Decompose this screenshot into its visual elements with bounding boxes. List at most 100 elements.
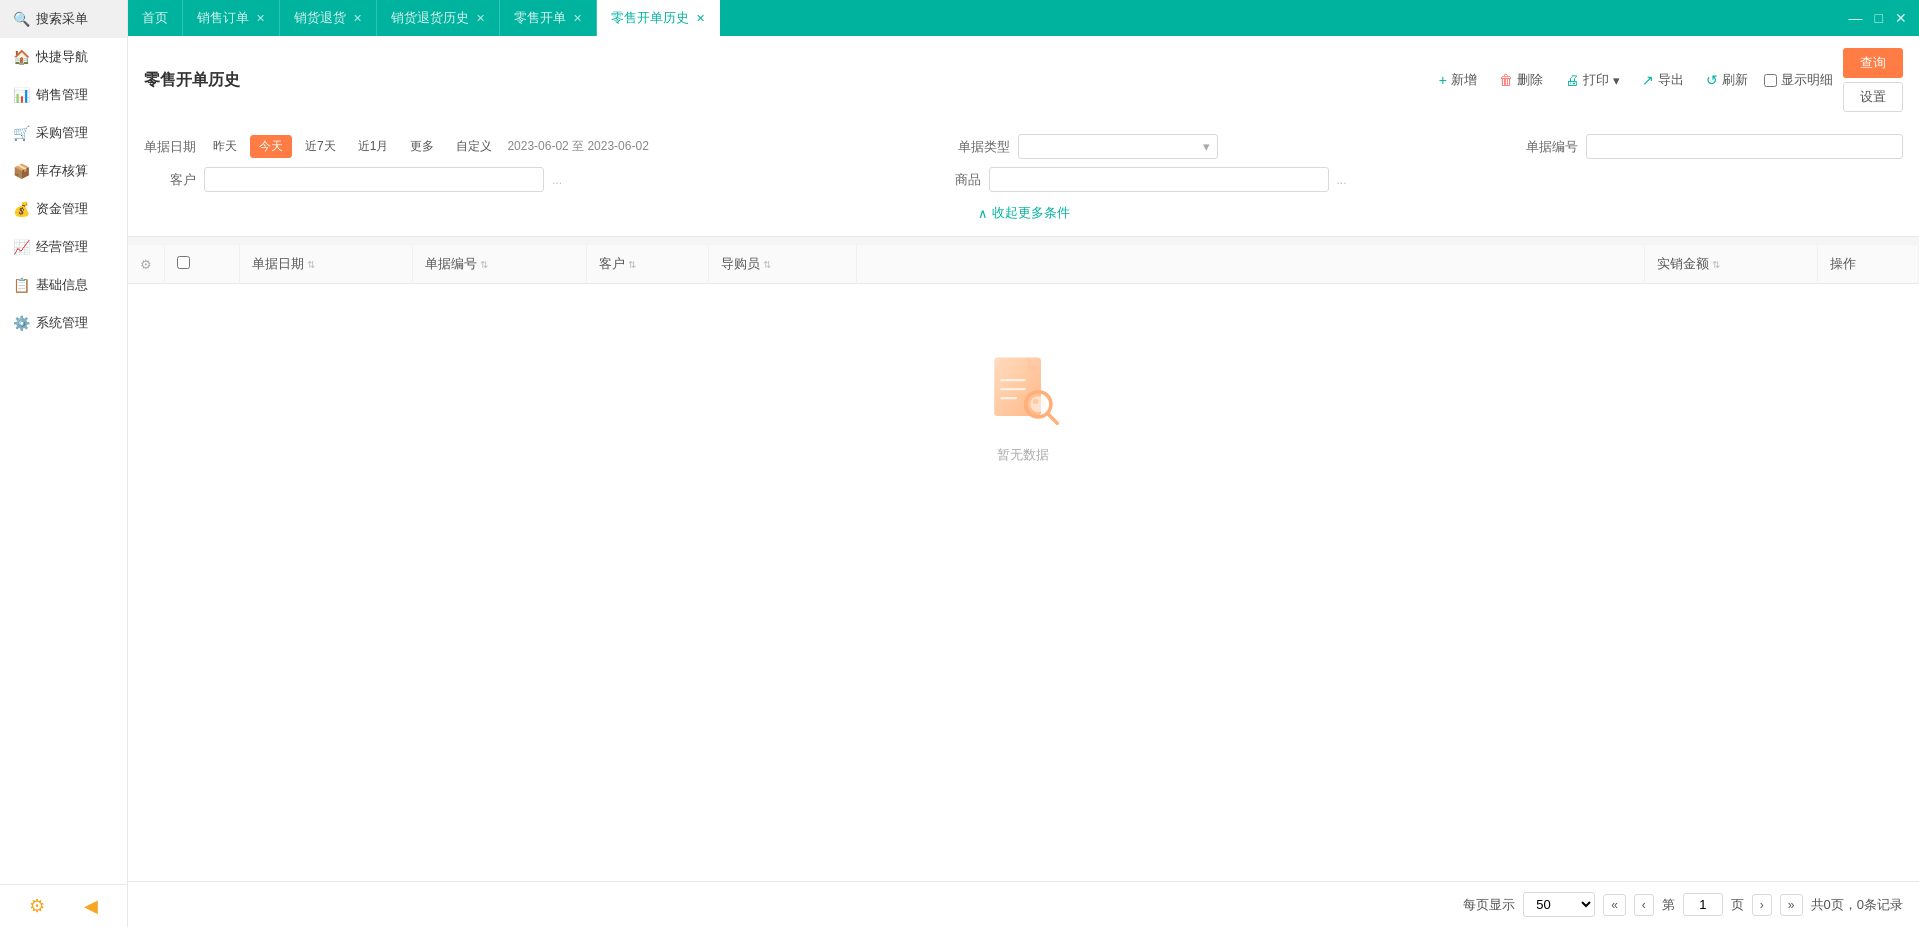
sidebar-item-purchase-mgmt[interactable]: 🛒 采购管理 — [0, 114, 127, 152]
tab-home[interactable]: 首页 — [128, 0, 183, 36]
collapse-filter-button[interactable]: ∧ 收起更多条件 — [966, 200, 1082, 226]
doc-number-input[interactable] — [1586, 134, 1903, 159]
tab-close-retail-open[interactable]: ✕ — [573, 12, 582, 25]
tab-close-sales-return[interactable]: ✕ — [353, 12, 362, 25]
sysmgmt-icon: ⚙️ — [12, 314, 30, 332]
sidebar-item-label: 基础信息 — [36, 276, 88, 294]
sort-number-icon: ⇅ — [480, 259, 488, 270]
doc-type-select[interactable] — [1018, 134, 1218, 159]
settings-bottom-icon[interactable]: ⚙ — [29, 895, 45, 917]
date-btn-today[interactable]: 今天 — [250, 135, 292, 158]
date-range-text: 2023-06-02 至 2023-06-02 — [507, 138, 648, 155]
page-size-label: 每页显示 — [1463, 896, 1515, 914]
tab-retail-history[interactable]: 零售开单历史 ✕ — [597, 0, 720, 36]
first-page-button[interactable]: « — [1603, 894, 1626, 916]
query-button[interactable]: 查询 — [1843, 48, 1903, 78]
collapse-sidebar-icon[interactable]: ◀ — [84, 895, 98, 917]
table-area: ⚙ 单据日期 ⇅ — [128, 245, 1919, 881]
page-number-input[interactable] — [1683, 893, 1723, 916]
main-area: 首页 销售订单 ✕ 销货退货 ✕ 销货退货历史 ✕ 零售开单 ✕ 零售开单历史 … — [128, 0, 1919, 927]
collapse-icon: ∧ — [978, 206, 988, 221]
th-number[interactable]: 单据编号 ⇅ — [413, 245, 586, 284]
filter-row-2: 客户 ... 商品 ... — [144, 167, 1903, 192]
print-button[interactable]: 🖨 打印 ▾ — [1559, 67, 1626, 93]
doc-type-select-wrap — [1018, 134, 1218, 159]
sidebar-bottom: ⚙ ◀ — [0, 884, 127, 927]
th-number-sort[interactable]: 单据编号 ⇅ — [425, 255, 573, 273]
tab-sales-return[interactable]: 销货退货 ✕ — [280, 0, 377, 36]
tab-close-retail-history[interactable]: ✕ — [696, 12, 705, 25]
sidebar-item-sys-mgmt[interactable]: ⚙️ 系统管理 — [0, 304, 127, 342]
window-maximize[interactable]: □ — [1875, 10, 1883, 26]
th-settings[interactable]: ⚙ — [128, 245, 165, 284]
sort-date-icon: ⇅ — [307, 259, 315, 270]
sidebar-item-quick-nav[interactable]: 🏠 快捷导航 — [0, 38, 127, 76]
customer-ellipsis[interactable]: ... — [544, 173, 570, 187]
last-page-button[interactable]: » — [1780, 894, 1803, 916]
sidebar-item-basic-info[interactable]: 📋 基础信息 — [0, 266, 127, 304]
tab-bar-right: — □ ✕ — [1837, 0, 1919, 36]
next-page-button[interactable]: › — [1752, 894, 1772, 916]
tab-sales-order[interactable]: 销售订单 ✕ — [183, 0, 280, 36]
home-icon: 🏠 — [12, 48, 30, 66]
sidebar-item-inventory[interactable]: 📦 库存核算 — [0, 152, 127, 190]
th-amount-sort[interactable]: 实销金额 ⇅ — [1657, 255, 1805, 273]
sidebar-item-sales-mgmt[interactable]: 📊 销售管理 — [0, 76, 127, 114]
th-empty — [856, 245, 1644, 284]
customer-input[interactable] — [204, 167, 544, 192]
sidebar-search[interactable]: 🔍 搜索采单 — [0, 0, 127, 38]
select-all-checkbox[interactable] — [177, 256, 190, 269]
add-icon: + — [1439, 72, 1447, 88]
tab-sales-return-history[interactable]: 销货退货历史 ✕ — [377, 0, 500, 36]
tab-close-sales-order[interactable]: ✕ — [256, 12, 265, 25]
delete-label: 删除 — [1517, 71, 1543, 89]
setting-button[interactable]: 设置 — [1843, 82, 1903, 112]
total-info: 共0页，0条记录 — [1811, 896, 1903, 914]
sort-amount-icon: ⇅ — [1712, 259, 1720, 270]
empty-text: 暂无数据 — [997, 446, 1049, 464]
window-minimize[interactable]: — — [1849, 10, 1863, 26]
th-date-sort[interactable]: 单据日期 ⇅ — [252, 255, 400, 273]
page-title: 零售开单历史 — [144, 70, 240, 91]
data-table: ⚙ 单据日期 ⇅ — [128, 245, 1919, 504]
empty-illustration — [978, 344, 1068, 434]
export-label: 导出 — [1658, 71, 1684, 89]
delete-button[interactable]: 🗑 删除 — [1493, 67, 1549, 93]
tab-retail-open[interactable]: 零售开单 ✕ — [500, 0, 597, 36]
sidebar-item-operations[interactable]: 📈 经营管理 — [0, 228, 127, 266]
export-icon: ↗ — [1642, 72, 1654, 88]
sidebar-search-label: 搜索采单 — [36, 10, 88, 28]
tab-sales-return-history-label: 销货退货历史 — [391, 9, 469, 27]
refresh-button[interactable]: ↺ 刷新 — [1700, 67, 1754, 93]
th-guide-label: 导购员 — [721, 255, 760, 273]
refresh-icon: ↺ — [1706, 72, 1718, 88]
page-size-select[interactable]: 10 20 50 100 — [1523, 892, 1595, 917]
sidebar-item-finance[interactable]: 💰 资金管理 — [0, 190, 127, 228]
show-detail-checkbox-wrap[interactable]: 显示明细 — [1764, 71, 1833, 89]
tab-close-sales-return-history[interactable]: ✕ — [476, 12, 485, 25]
delete-icon: 🗑 — [1499, 72, 1513, 88]
date-btn-1month[interactable]: 近1月 — [349, 135, 398, 158]
window-close[interactable]: ✕ — [1895, 10, 1907, 26]
show-detail-checkbox[interactable] — [1764, 74, 1777, 87]
th-customer-sort[interactable]: 客户 ⇅ — [599, 255, 696, 273]
th-guide-sort[interactable]: 导购员 ⇅ — [721, 255, 844, 273]
goods-ellipsis[interactable]: ... — [1329, 173, 1355, 187]
table-settings-icon[interactable]: ⚙ — [140, 257, 152, 272]
export-button[interactable]: ↗ 导出 — [1636, 67, 1690, 93]
th-guide[interactable]: 导购员 ⇅ — [708, 245, 856, 284]
date-btn-7days[interactable]: 近7天 — [296, 135, 345, 158]
date-btn-custom[interactable]: 自定义 — [447, 135, 501, 158]
th-customer[interactable]: 客户 ⇅ — [586, 245, 708, 284]
add-button[interactable]: + 新增 — [1433, 67, 1483, 93]
date-btn-yesterday[interactable]: 昨天 — [204, 135, 246, 158]
refresh-label: 刷新 — [1722, 71, 1748, 89]
th-date[interactable]: 单据日期 ⇅ — [239, 245, 412, 284]
svg-point-6 — [1030, 396, 1046, 412]
goods-input[interactable] — [989, 167, 1329, 192]
prev-page-button[interactable]: ‹ — [1634, 894, 1654, 916]
date-btn-more[interactable]: 更多 — [401, 135, 443, 158]
filter-row-1: 单据日期 昨天 今天 近7天 近1月 更多 自定义 2023-06-02 至 2… — [144, 134, 1903, 159]
th-amount[interactable]: 实销金额 ⇅ — [1645, 245, 1818, 284]
tab-sales-order-label: 销售订单 — [197, 9, 249, 27]
